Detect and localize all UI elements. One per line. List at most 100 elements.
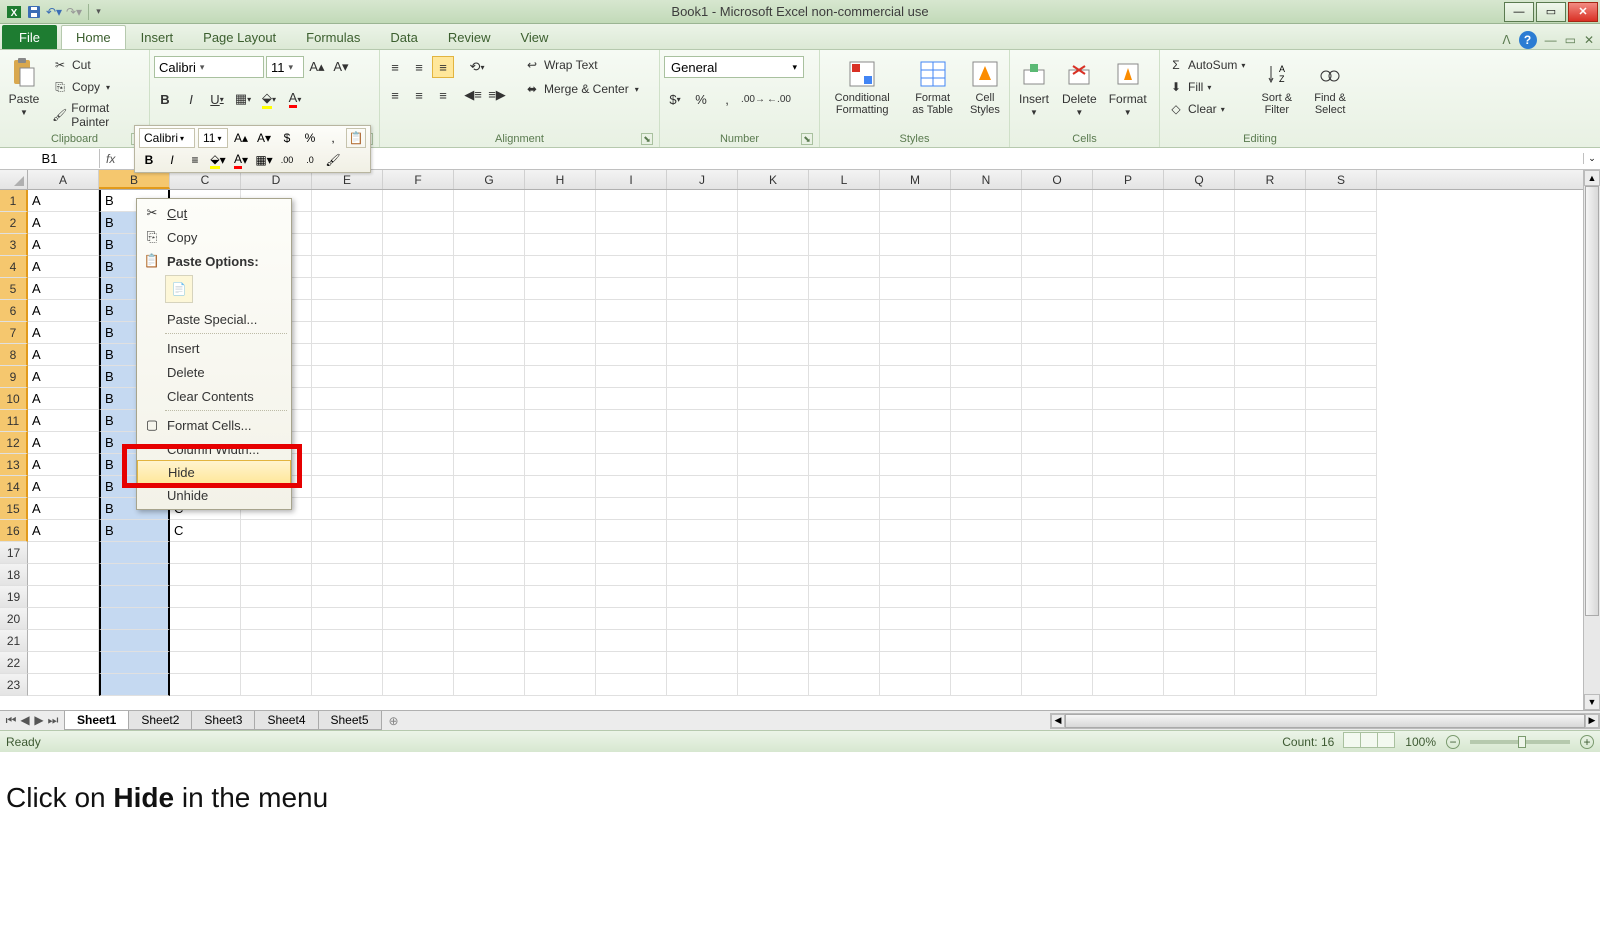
number-format-combo[interactable]: General▾ (664, 56, 804, 78)
cell[interactable] (1306, 476, 1377, 498)
cell[interactable]: A (28, 498, 99, 520)
cell[interactable] (1022, 476, 1093, 498)
cell[interactable] (454, 432, 525, 454)
ctx-unhide[interactable]: Unhide (137, 483, 291, 507)
cell[interactable] (1306, 410, 1377, 432)
column-header[interactable]: H (525, 170, 596, 189)
ctx-copy[interactable]: ⎘Copy (137, 225, 291, 249)
cell[interactable] (170, 652, 241, 674)
cell[interactable] (454, 388, 525, 410)
cell[interactable] (1306, 630, 1377, 652)
cell[interactable] (525, 410, 596, 432)
cell[interactable] (1306, 432, 1377, 454)
sheet-tab[interactable]: Sheet3 (191, 711, 255, 730)
maximize-button[interactable]: ▭ (1536, 2, 1566, 22)
cell[interactable] (1164, 520, 1235, 542)
cell[interactable] (951, 234, 1022, 256)
cell[interactable] (525, 542, 596, 564)
cell[interactable] (1235, 256, 1306, 278)
cell[interactable] (99, 674, 170, 696)
cell[interactable] (312, 520, 383, 542)
cell[interactable] (738, 520, 809, 542)
cell[interactable] (28, 542, 99, 564)
cell[interactable] (951, 432, 1022, 454)
cell[interactable] (951, 564, 1022, 586)
cell[interactable] (667, 520, 738, 542)
cell[interactable] (454, 190, 525, 212)
cell[interactable] (1022, 234, 1093, 256)
cell[interactable] (738, 212, 809, 234)
tab-data[interactable]: Data (375, 25, 432, 49)
cell[interactable] (1093, 564, 1164, 586)
tab-file[interactable]: File (2, 25, 57, 49)
cell[interactable]: A (28, 454, 99, 476)
cell[interactable] (1093, 432, 1164, 454)
accounting-icon[interactable]: $▾ (664, 88, 686, 110)
format-as-table-button[interactable]: Format as Table (904, 56, 961, 118)
cell[interactable] (1164, 652, 1235, 674)
cell[interactable] (951, 190, 1022, 212)
cell[interactable] (1022, 520, 1093, 542)
row-header[interactable]: 19 (0, 586, 28, 608)
tab-formulas[interactable]: Formulas (291, 25, 375, 49)
cell[interactable] (738, 564, 809, 586)
row-header[interactable]: 23 (0, 674, 28, 696)
minimize-ribbon-icon[interactable]: ᐱ (1502, 33, 1510, 47)
mini-grow-font-icon[interactable]: A▴ (231, 128, 251, 148)
mini-italic-icon[interactable]: I (162, 150, 182, 170)
cell[interactable] (880, 234, 951, 256)
cell[interactable] (383, 432, 454, 454)
cell[interactable] (241, 542, 312, 564)
font-color-icon[interactable]: A▾ (284, 88, 306, 110)
cell[interactable] (951, 520, 1022, 542)
cell[interactable] (596, 454, 667, 476)
cell[interactable] (1022, 388, 1093, 410)
cell[interactable] (1093, 278, 1164, 300)
cell[interactable] (525, 498, 596, 520)
cell[interactable] (880, 344, 951, 366)
cell[interactable] (525, 212, 596, 234)
cell[interactable] (951, 278, 1022, 300)
cell[interactable] (738, 234, 809, 256)
cell[interactable] (1093, 344, 1164, 366)
ctx-column-width[interactable]: Column Width... (137, 437, 291, 461)
cell[interactable] (99, 630, 170, 652)
cell[interactable] (880, 674, 951, 696)
cell[interactable] (809, 234, 880, 256)
cell[interactable] (312, 234, 383, 256)
cell[interactable] (951, 410, 1022, 432)
fx-icon[interactable]: fx (100, 152, 121, 166)
undo-icon[interactable]: ↶▾ (46, 4, 62, 20)
align-left-icon[interactable]: ≡ (384, 84, 406, 106)
cell[interactable] (880, 212, 951, 234)
cell[interactable] (1093, 542, 1164, 564)
row-header[interactable]: 10 (0, 388, 28, 410)
cell[interactable] (880, 432, 951, 454)
cell[interactable] (1235, 520, 1306, 542)
cell[interactable] (525, 608, 596, 630)
cell[interactable] (1164, 190, 1235, 212)
cell[interactable] (667, 630, 738, 652)
cell[interactable] (809, 542, 880, 564)
cell[interactable] (667, 498, 738, 520)
cell[interactable]: A (28, 432, 99, 454)
mini-dec-decimal-icon[interactable]: .0 (300, 150, 320, 170)
cell[interactable]: C (170, 520, 241, 542)
cell[interactable] (880, 564, 951, 586)
cell[interactable] (454, 564, 525, 586)
italic-icon[interactable]: I (180, 88, 202, 110)
cell[interactable] (880, 586, 951, 608)
cut-button[interactable]: ✂Cut (48, 56, 145, 74)
new-sheet-button[interactable]: ⊕ (381, 712, 407, 730)
cell[interactable] (383, 322, 454, 344)
mini-size-combo[interactable]: 11▾ (198, 128, 228, 148)
cell[interactable] (170, 564, 241, 586)
cell[interactable] (880, 278, 951, 300)
cell[interactable] (738, 498, 809, 520)
cell[interactable] (1164, 454, 1235, 476)
cell[interactable] (1306, 454, 1377, 476)
cell[interactable] (880, 498, 951, 520)
cell[interactable] (312, 564, 383, 586)
cell[interactable] (596, 322, 667, 344)
cell[interactable] (1022, 498, 1093, 520)
